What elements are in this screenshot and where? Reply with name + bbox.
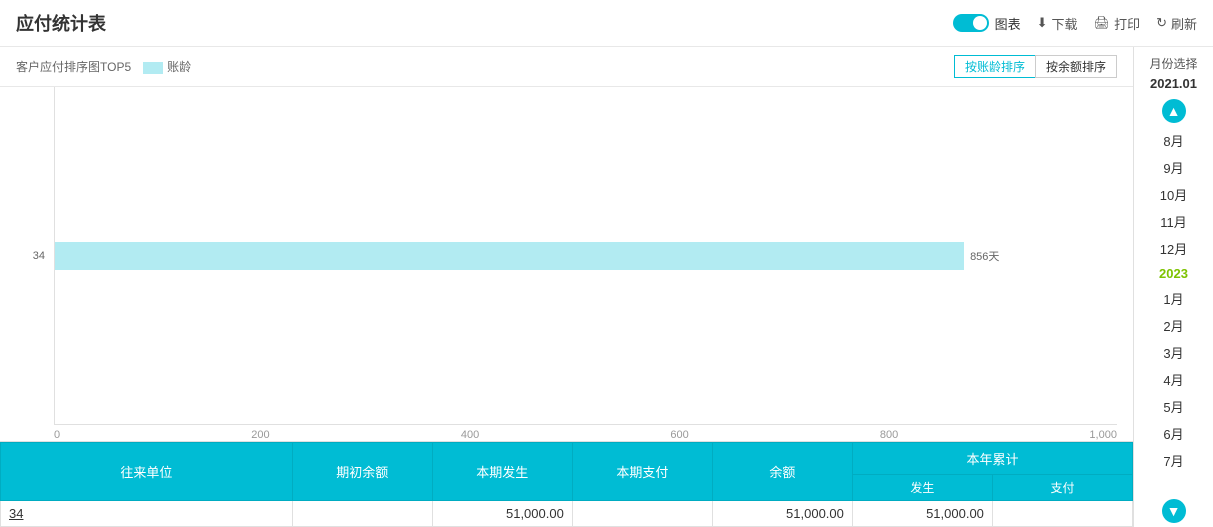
legend-item-label: 账龄: [167, 60, 191, 74]
right-sidebar: 月份选择 2021.01 ▲ 8月9月10月11月12月20231月2月3月4月…: [1133, 47, 1213, 527]
sidebar-month-item[interactable]: 6月: [1134, 420, 1213, 447]
col-current-occur-header: 本期发生: [432, 443, 572, 501]
chevron-up-icon: ▲: [1167, 104, 1181, 118]
sort-by-balance-button[interactable]: 按账龄排序: [954, 55, 1035, 78]
legend-title: 客户应付排序图TOP5: [16, 58, 131, 75]
app-header: 应付统计表 图表 ⬇ 下载 🖨 打印 ↻ 刷新: [0, 0, 1213, 47]
sort-buttons: 按账龄排序 按余额排序: [954, 55, 1117, 78]
cell-balance: 51,000.00: [712, 501, 852, 527]
sidebar-month-item[interactable]: 1月: [1134, 285, 1213, 312]
refresh-button[interactable]: ↻ 刷新: [1156, 14, 1197, 33]
sidebar-month-item[interactable]: 10月: [1134, 181, 1213, 208]
table-header-row: 往来单位 期初余额 本期发生 本期支付 余额 本年累计: [1, 443, 1133, 475]
sidebar-scroll-down-button[interactable]: ▼: [1162, 499, 1186, 523]
chart-bar: [55, 242, 964, 270]
x-axis-label: 0: [54, 429, 60, 441]
col-ytd-pay-header: 支付: [992, 475, 1132, 501]
download-icon: ⬇: [1037, 15, 1048, 31]
col-unit-header: 往来单位: [1, 443, 293, 501]
sidebar-title: 月份选择: [1149, 47, 1197, 76]
sidebar-month-item[interactable]: 2月: [1134, 312, 1213, 339]
sidebar-month-item[interactable]: 9月: [1134, 154, 1213, 181]
page-title: 应付统计表: [16, 10, 106, 36]
col-balance-header: 余额: [712, 443, 852, 501]
x-axis-label: 400: [461, 429, 479, 441]
sidebar-date-value[interactable]: 2021.01: [1150, 76, 1197, 95]
print-button[interactable]: 🖨 打印: [1094, 14, 1141, 33]
cell-current-occur: 51,000.00: [432, 501, 572, 527]
chevron-down-icon: ▼: [1167, 504, 1181, 518]
col-ytd-group-header: 本年累计: [852, 443, 1132, 475]
sidebar-month-item[interactable]: 3月: [1134, 339, 1213, 366]
x-axis-label: 200: [251, 429, 269, 441]
header-actions: 图表 ⬇ 下载 🖨 打印 ↻ 刷新: [953, 14, 1197, 33]
cell-ytd-occur: 51,000.00: [852, 501, 992, 527]
sidebar-month-item[interactable]: 5月: [1134, 393, 1213, 420]
col-ytd-occur-header: 发生: [852, 475, 992, 501]
chart-area: 34 856天 0 200 400 600 800 1,000: [0, 87, 1133, 441]
chart-canvas: 34 856天: [16, 87, 1117, 425]
chart-toggle-wrap: 图表: [953, 14, 1021, 33]
sidebar-year-badge[interactable]: 2023: [1134, 262, 1213, 285]
print-label: 打印: [1114, 14, 1140, 33]
chart-toggle-label: 图表: [995, 14, 1021, 33]
chart-legend: 客户应付排序图TOP5 账龄: [16, 58, 191, 75]
cell-unit[interactable]: 34: [1, 501, 293, 527]
refresh-icon: ↻: [1156, 15, 1167, 31]
x-axis-label: 600: [670, 429, 688, 441]
chart-toggle[interactable]: [953, 14, 989, 32]
data-table: 往来单位 期初余额 本期发生 本期支付 余额 本年累计 发生 支付: [0, 442, 1133, 527]
sidebar-month-list: 8月9月10月11月12月20231月2月3月4月5月6月7月: [1134, 127, 1213, 495]
x-axis-wrap: 0 200 400 600 800 1,000: [16, 425, 1117, 441]
chart-section: 客户应付排序图TOP5 账龄 按账龄排序 按余额排序 34 856天: [0, 47, 1133, 527]
sidebar-month-item[interactable]: 11月: [1134, 208, 1213, 235]
main-content: 客户应付排序图TOP5 账龄 按账龄排序 按余额排序 34 856天: [0, 47, 1213, 527]
legend-box: 账龄: [143, 58, 191, 75]
sidebar-month-item[interactable]: 8月: [1134, 127, 1213, 154]
x-axis: 0 200 400 600 800 1,000: [54, 425, 1117, 441]
download-label: 下载: [1052, 14, 1078, 33]
x-axis-label: 800: [880, 429, 898, 441]
x-axis-label: 1,000: [1089, 429, 1117, 441]
cell-period-balance: [292, 501, 432, 527]
cell-ytd-pay: [992, 501, 1132, 527]
sidebar-month-item[interactable]: 12月: [1134, 235, 1213, 262]
sidebar-month-item[interactable]: 4月: [1134, 366, 1213, 393]
col-period-balance-header: 期初余额: [292, 443, 432, 501]
print-icon: 🖨: [1094, 15, 1111, 31]
bar-right-label: 856天: [970, 248, 999, 264]
table-section: 往来单位 期初余额 本期发生 本期支付 余额 本年累计 发生 支付: [0, 441, 1133, 527]
chart-bar-row: 34856天: [55, 242, 1117, 270]
sidebar-scroll-up-button[interactable]: ▲: [1162, 99, 1186, 123]
cell-current-pay: [572, 501, 712, 527]
sidebar-month-item[interactable]: 7月: [1134, 447, 1213, 474]
sort-by-amount-button[interactable]: 按余额排序: [1035, 55, 1117, 78]
refresh-label: 刷新: [1171, 14, 1197, 33]
bar-left-label: 34: [25, 250, 45, 262]
download-button[interactable]: ⬇ 下载: [1037, 14, 1078, 33]
table-body: 3451,000.0051,000.0051,000.00: [1, 501, 1133, 527]
table-row: 3451,000.0051,000.0051,000.00: [1, 501, 1133, 527]
col-current-pay-header: 本期支付: [572, 443, 712, 501]
chart-toolbar: 客户应付排序图TOP5 账龄 按账龄排序 按余额排序: [0, 47, 1133, 87]
chart-plot: 34856天: [54, 87, 1117, 425]
